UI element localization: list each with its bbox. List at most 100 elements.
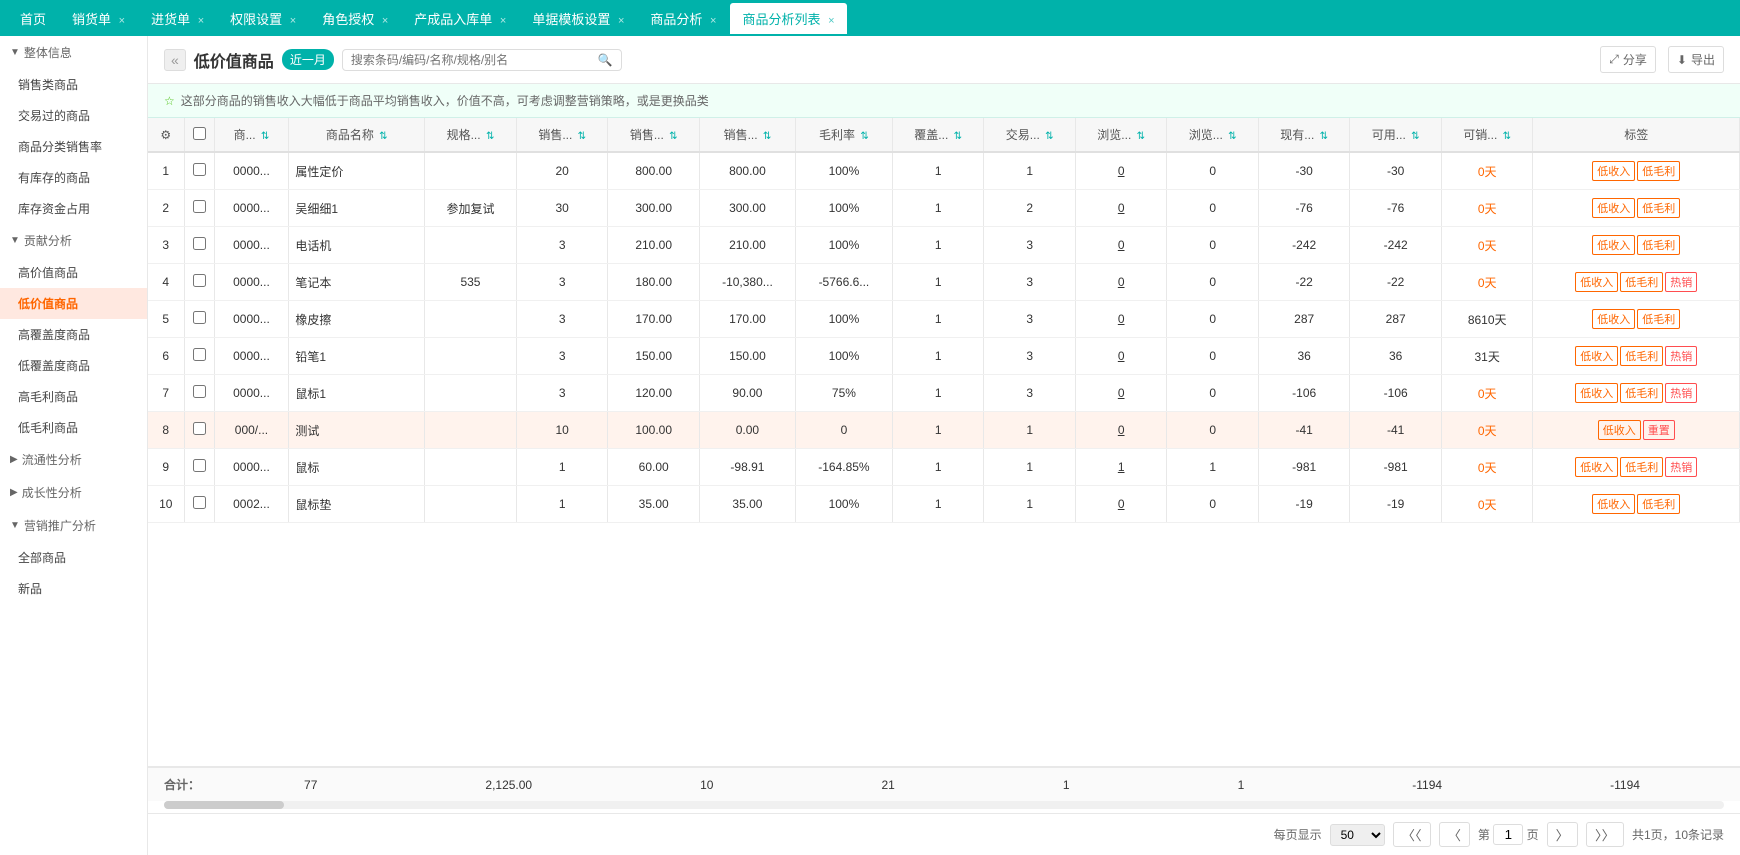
filter-tag-recent-month[interactable]: 近一月 bbox=[282, 49, 334, 70]
sidebar-item-traded-products[interactable]: 交易过的商品 bbox=[0, 100, 147, 131]
td-view1[interactable]: 0 bbox=[1075, 486, 1167, 523]
row-checkbox[interactable] bbox=[193, 496, 206, 509]
view-link[interactable]: 0 bbox=[1118, 423, 1125, 437]
th-name[interactable]: 商品名称 ⇅ bbox=[289, 118, 425, 152]
last-page-button[interactable]: 〉〉 bbox=[1586, 822, 1624, 847]
view-link[interactable]: 0 bbox=[1118, 349, 1125, 363]
close-icon[interactable]: × bbox=[500, 15, 506, 27]
nav-role-auth[interactable]: 角色授权 × bbox=[310, 3, 400, 34]
th-sale2[interactable]: 销售... ⇅ bbox=[699, 118, 795, 152]
th-tags[interactable]: 标签 bbox=[1533, 118, 1740, 152]
th-stock1[interactable]: 现有... ⇅ bbox=[1258, 118, 1350, 152]
nav-product-inbound[interactable]: 产成品入库单 × bbox=[402, 3, 518, 34]
th-checkbox[interactable] bbox=[184, 118, 214, 152]
sidebar-group-growth[interactable]: ▶ 成长性分析 bbox=[0, 476, 147, 509]
nav-sales-order[interactable]: 销货单 × bbox=[60, 3, 137, 34]
sidebar-item-low-value[interactable]: 低价值商品 bbox=[0, 288, 147, 319]
th-days[interactable]: 可销... ⇅ bbox=[1441, 118, 1533, 152]
collapse-sidebar-button[interactable]: « bbox=[164, 49, 186, 71]
settings-icon[interactable]: ⚙ bbox=[160, 128, 171, 142]
view-link[interactable]: 0 bbox=[1118, 164, 1125, 178]
td-view1[interactable]: 0 bbox=[1075, 375, 1167, 412]
row-checkbox[interactable] bbox=[193, 422, 206, 435]
close-icon[interactable]: × bbox=[198, 15, 204, 27]
select-all-checkbox[interactable] bbox=[193, 127, 206, 140]
view-link[interactable]: 0 bbox=[1118, 275, 1125, 289]
prev-page-button[interactable]: 〈 bbox=[1439, 822, 1470, 847]
th-gross[interactable]: 毛利率 ⇅ bbox=[795, 118, 892, 152]
sidebar-group-contribution[interactable]: ▼ 贡献分析 bbox=[0, 224, 147, 257]
sidebar-item-high-coverage[interactable]: 高覆盖度商品 bbox=[0, 319, 147, 350]
td-checkbox[interactable] bbox=[184, 301, 214, 338]
th-sale1[interactable]: 销售... ⇅ bbox=[608, 118, 700, 152]
view-link[interactable]: 1 bbox=[1118, 460, 1125, 474]
view-link[interactable]: 0 bbox=[1118, 238, 1125, 252]
td-view1[interactable]: 0 bbox=[1075, 412, 1167, 449]
nav-product-analysis-list[interactable]: 商品分析列表 × bbox=[730, 3, 846, 34]
td-view1[interactable]: 0 bbox=[1075, 152, 1167, 190]
row-checkbox[interactable] bbox=[193, 163, 206, 176]
nav-home[interactable]: 首页 bbox=[8, 3, 58, 34]
td-checkbox[interactable] bbox=[184, 486, 214, 523]
table-wrapper[interactable]: ⚙ 商... ⇅ 商品名称 ⇅ 规格... ⇅ 销售... ⇅ 销售... ⇅ … bbox=[148, 118, 1740, 766]
sidebar-item-new-products[interactable]: 新品 bbox=[0, 573, 147, 604]
scrollbar-thumb[interactable] bbox=[164, 801, 284, 809]
share-button[interactable]: ⤢ 分享 bbox=[1600, 46, 1656, 73]
nav-permission[interactable]: 权限设置 × bbox=[218, 3, 308, 34]
close-icon[interactable]: × bbox=[290, 15, 296, 27]
view-link[interactable]: 0 bbox=[1118, 312, 1125, 326]
td-view1[interactable]: 0 bbox=[1075, 190, 1167, 227]
row-checkbox[interactable] bbox=[193, 274, 206, 287]
td-view1[interactable]: 0 bbox=[1075, 338, 1167, 375]
th-spec[interactable]: 规格... ⇅ bbox=[425, 118, 517, 152]
close-icon[interactable]: × bbox=[828, 15, 834, 27]
td-checkbox[interactable] bbox=[184, 375, 214, 412]
th-stock2[interactable]: 可用... ⇅ bbox=[1350, 118, 1442, 152]
sidebar-item-low-coverage[interactable]: 低覆盖度商品 bbox=[0, 350, 147, 381]
td-checkbox[interactable] bbox=[184, 264, 214, 301]
row-checkbox[interactable] bbox=[193, 237, 206, 250]
th-view2[interactable]: 浏览... ⇅ bbox=[1167, 118, 1259, 152]
sidebar-group-marketing[interactable]: ▼ 营销推广分析 bbox=[0, 509, 147, 542]
row-checkbox[interactable] bbox=[193, 348, 206, 361]
nav-product-analysis[interactable]: 商品分析 × bbox=[638, 3, 728, 34]
row-checkbox[interactable] bbox=[193, 200, 206, 213]
sidebar-group-circulation[interactable]: ▶ 流通性分析 bbox=[0, 443, 147, 476]
th-qty[interactable]: 销售... ⇅ bbox=[516, 118, 608, 152]
sidebar-item-high-margin[interactable]: 高毛利商品 bbox=[0, 381, 147, 412]
scrollbar-track[interactable] bbox=[164, 801, 1724, 809]
first-page-button[interactable]: 〈〈 bbox=[1393, 822, 1431, 847]
export-button[interactable]: ⬇ 导出 bbox=[1668, 46, 1724, 73]
td-checkbox[interactable] bbox=[184, 227, 214, 264]
sidebar-item-high-value[interactable]: 高价值商品 bbox=[0, 257, 147, 288]
th-cover[interactable]: 覆盖... ⇅ bbox=[892, 118, 984, 152]
td-view1[interactable]: 0 bbox=[1075, 301, 1167, 338]
sidebar-item-category-sales[interactable]: 商品分类销售率 bbox=[0, 131, 147, 162]
th-settings[interactable]: ⚙ bbox=[148, 118, 184, 152]
sidebar-item-stock-products[interactable]: 有库存的商品 bbox=[0, 162, 147, 193]
sidebar-item-all-products[interactable]: 全部商品 bbox=[0, 542, 147, 573]
close-icon[interactable]: × bbox=[710, 15, 716, 27]
th-code[interactable]: 商... ⇅ bbox=[214, 118, 289, 152]
sidebar-item-sales-products[interactable]: 销售类商品 bbox=[0, 69, 147, 100]
td-checkbox[interactable] bbox=[184, 190, 214, 227]
page-input[interactable] bbox=[1493, 824, 1523, 845]
th-trade[interactable]: 交易... ⇅ bbox=[984, 118, 1076, 152]
close-icon[interactable]: × bbox=[382, 15, 388, 27]
th-view1[interactable]: 浏览... ⇅ bbox=[1075, 118, 1167, 152]
sidebar-item-stock-capital[interactable]: 库存资金占用 bbox=[0, 193, 147, 224]
view-link[interactable]: 0 bbox=[1118, 497, 1125, 511]
td-checkbox[interactable] bbox=[184, 412, 214, 449]
search-input[interactable] bbox=[351, 53, 594, 67]
row-checkbox[interactable] bbox=[193, 385, 206, 398]
td-view1[interactable]: 0 bbox=[1075, 264, 1167, 301]
close-icon[interactable]: × bbox=[618, 15, 624, 27]
row-checkbox[interactable] bbox=[193, 311, 206, 324]
td-view1[interactable]: 1 bbox=[1075, 449, 1167, 486]
search-icon[interactable]: 🔍 bbox=[598, 53, 613, 67]
td-view1[interactable]: 0 bbox=[1075, 227, 1167, 264]
page-size-select[interactable]: 50 100 200 bbox=[1330, 824, 1385, 846]
nav-purchase-order[interactable]: 进货单 × bbox=[139, 3, 216, 34]
next-page-button[interactable]: 〉 bbox=[1547, 822, 1578, 847]
sidebar-item-low-margin[interactable]: 低毛利商品 bbox=[0, 412, 147, 443]
